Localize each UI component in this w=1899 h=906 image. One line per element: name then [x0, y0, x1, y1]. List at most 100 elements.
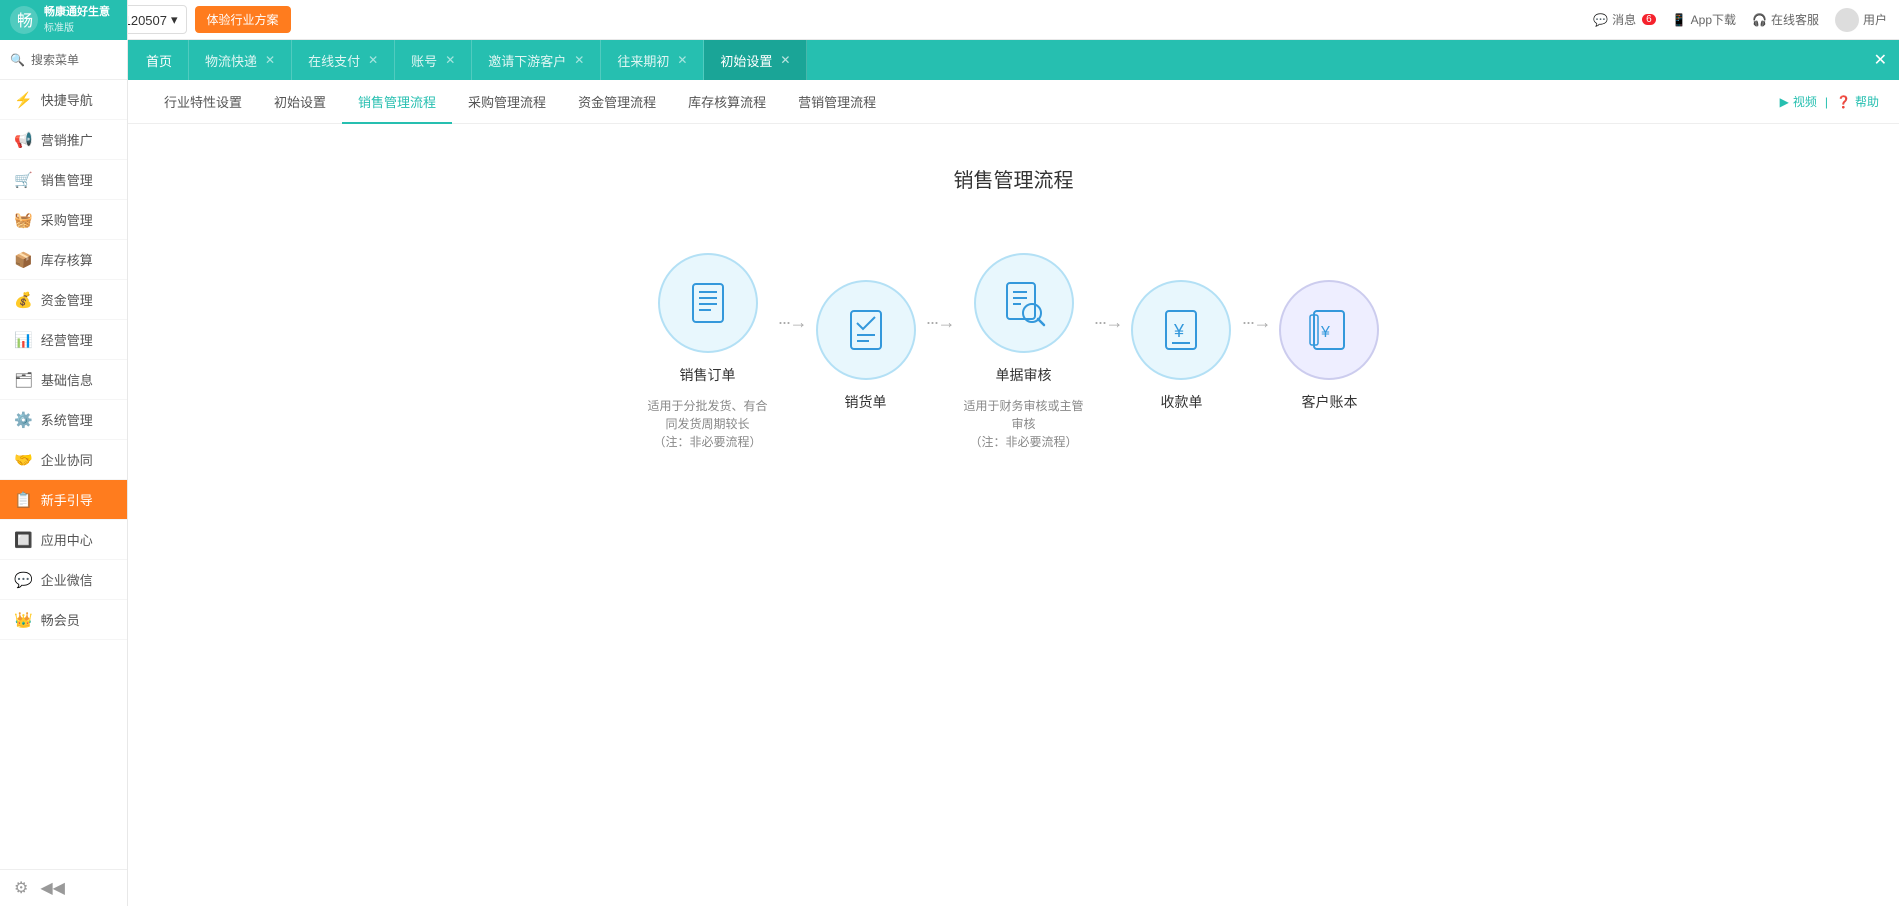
- top-bar-right: 💬 消息 6 📱 App下载 🎧 在线客服 用户: [1593, 8, 1887, 32]
- nav-tab-init[interactable]: 初始设置 ✕: [704, 40, 807, 80]
- delivery-icon: [841, 305, 891, 355]
- nav-tab-account[interactable]: 账号 ✕: [395, 40, 472, 80]
- finance-icon: 💰: [14, 291, 33, 309]
- online-service-label: 在线客服: [1771, 11, 1819, 28]
- message-badge: 6: [1642, 14, 1656, 25]
- flow-steps: 销售订单 适用于分批发货、有合同发货周期较长（注：非必要流程） ···→ 销货单: [188, 253, 1839, 451]
- close-icon[interactable]: ✕: [368, 53, 378, 67]
- chevron-down-icon: ▾: [171, 12, 178, 28]
- sidebar-logo: 畅 畅康通好生意 标准版: [0, 0, 127, 40]
- sidebar-item-vip[interactable]: 👑 畅会员: [0, 600, 127, 640]
- sidebar-item-label: 企业协同: [41, 450, 93, 469]
- svg-text:¥: ¥: [1320, 324, 1330, 341]
- nav-tab-payment[interactable]: 在线支付 ✕: [292, 40, 395, 80]
- video-help[interactable]: ▶ 视频: [1780, 93, 1817, 110]
- step-name-receipt: 收款单: [1160, 392, 1202, 412]
- app-download-item[interactable]: 📱 App下载: [1672, 11, 1736, 28]
- sub-tab-sales-flow[interactable]: 销售管理流程: [342, 80, 452, 124]
- settings-icon[interactable]: ⚙: [14, 878, 28, 898]
- app-download-label: App下载: [1691, 11, 1736, 28]
- close-icon[interactable]: ✕: [574, 53, 584, 67]
- sub-tab-finance-flow[interactable]: 资金管理流程: [562, 80, 672, 124]
- purchase-icon: 🧺: [14, 211, 33, 229]
- sidebar-item-system[interactable]: ⚙️ 系统管理: [0, 400, 127, 440]
- sidebar-item-quick-nav[interactable]: ⚡ 快捷导航: [0, 80, 127, 120]
- step-circle-review: [974, 253, 1074, 353]
- help-link[interactable]: ❓ 帮助: [1836, 93, 1879, 110]
- sub-tab-label: 行业特性设置: [164, 92, 242, 111]
- sidebar-item-label: 基础信息: [41, 370, 93, 389]
- appcenter-icon: 🔲: [14, 531, 33, 549]
- nav-tab-label: 往来期初: [617, 51, 669, 70]
- receipt-icon: ¥: [1156, 305, 1206, 355]
- step-name-ledger: 客户账本: [1301, 392, 1357, 412]
- nav-tab-label: 账号: [411, 51, 437, 70]
- review-icon: [999, 278, 1049, 328]
- svg-text:畅: 畅: [17, 12, 33, 30]
- sidebar-item-sales[interactable]: 🛒 销售管理: [0, 160, 127, 200]
- sidebar-item-ops[interactable]: 📊 经营管理: [0, 320, 127, 360]
- inventory-icon: 📦: [14, 251, 33, 269]
- sidebar-item-finance[interactable]: 💰 资金管理: [0, 280, 127, 320]
- vip-icon: 👑: [14, 611, 33, 629]
- sub-tab-industry[interactable]: 行业特性设置: [148, 80, 258, 124]
- flow-arrow-3: ···→: [1094, 312, 1122, 333]
- app-logo-icon: 畅: [10, 6, 38, 34]
- sidebar-item-label: 采购管理: [41, 210, 93, 229]
- app-name: 畅康通好生意: [44, 6, 110, 19]
- flow-step-sales-order[interactable]: 销售订单 适用于分批发货、有合同发货周期较长（注：非必要流程）: [648, 253, 768, 451]
- nav-tab-label: 首页: [146, 51, 172, 70]
- top-bar: 用户690企业1660120507 ▾ 体验行业方案 💬 消息 6 📱 App下…: [0, 0, 1899, 40]
- close-icon[interactable]: ✕: [445, 53, 455, 67]
- sidebar-item-guide[interactable]: 📋 新手引导: [0, 480, 127, 520]
- flow-arrow-2: ···→: [926, 312, 954, 333]
- nav-tab-home[interactable]: 首页: [130, 40, 189, 80]
- sidebar-item-label: 系统管理: [41, 410, 93, 429]
- question-icon: ❓: [1836, 95, 1851, 109]
- step-circle-receipt: ¥: [1131, 280, 1231, 380]
- online-service-item[interactable]: 🎧 在线客服: [1752, 11, 1819, 28]
- step-circle-delivery: [816, 280, 916, 380]
- play-icon: ▶: [1780, 95, 1789, 109]
- nav-tab-invite[interactable]: 邀请下游客户 ✕: [472, 40, 601, 80]
- sidebar-item-inventory[interactable]: 📦 库存核算: [0, 240, 127, 280]
- sub-tab-init[interactable]: 初始设置: [258, 80, 342, 124]
- sidebar-item-label: 快捷导航: [41, 90, 93, 109]
- flow-step-ledger[interactable]: ¥ 客户账本: [1279, 280, 1379, 424]
- close-icon[interactable]: ✕: [265, 53, 275, 67]
- sidebar-item-marketing[interactable]: 📢 营销推广: [0, 120, 127, 160]
- close-icon[interactable]: ✕: [677, 53, 687, 67]
- quick-nav-icon: ⚡: [14, 91, 33, 109]
- search-icon: 🔍: [10, 53, 25, 67]
- flow-arrow-1: ···→: [778, 312, 806, 333]
- sidebar-item-purchase[interactable]: 🧺 采购管理: [0, 200, 127, 240]
- message-item[interactable]: 💬 消息 6: [1593, 11, 1656, 28]
- sidebar-search[interactable]: 🔍 搜索菜单: [0, 40, 127, 80]
- sidebar-item-collab[interactable]: 🤝 企业协同: [0, 440, 127, 480]
- sidebar-item-appcenter[interactable]: 🔲 应用中心: [0, 520, 127, 560]
- flow-step-receipt[interactable]: ¥ 收款单: [1131, 280, 1231, 424]
- main-content: 行业特性设置 初始设置 销售管理流程 采购管理流程 资金管理流程 库存核算流程 …: [128, 80, 1899, 906]
- flow-step-review[interactable]: 单据审核 适用于财务审核或主管审核（注：非必要流程）: [964, 253, 1084, 451]
- video-label: 视频: [1793, 93, 1817, 110]
- avatar: [1835, 8, 1859, 32]
- wechat-icon: 💬: [14, 571, 33, 589]
- trial-btn[interactable]: 体验行业方案: [195, 6, 291, 33]
- sub-tab-marketing-flow[interactable]: 营销管理流程: [782, 80, 892, 124]
- nav-tab-period[interactable]: 往来期初 ✕: [601, 40, 704, 80]
- sidebar-item-basic[interactable]: 🗂 基础信息: [0, 360, 127, 400]
- sub-tab-inventory-flow[interactable]: 库存核算流程: [672, 80, 782, 124]
- nav-tab-logistics[interactable]: 物流快递 ✕: [189, 40, 292, 80]
- nav-bar-close-icon[interactable]: ✕: [1874, 50, 1887, 70]
- close-icon[interactable]: ✕: [780, 53, 790, 67]
- sub-tab-purchase-flow[interactable]: 采购管理流程: [452, 80, 562, 124]
- user-avatar-item[interactable]: 用户: [1835, 8, 1887, 32]
- sidebar-menu: ⚡ 快捷导航 📢 营销推广 🛒 销售管理 🧺 采购管理 📦 库存核算 💰 资金管…: [0, 80, 127, 869]
- nav-tab-label: 邀请下游客户: [488, 51, 566, 70]
- sub-tabs: 行业特性设置 初始设置 销售管理流程 采购管理流程 资金管理流程 库存核算流程 …: [128, 80, 1899, 124]
- step-desc-sales-order: 适用于分批发货、有合同发货周期较长（注：非必要流程）: [648, 397, 768, 451]
- collapse-icon[interactable]: ◀◀: [40, 878, 65, 898]
- sidebar-item-wechat[interactable]: 💬 企业微信: [0, 560, 127, 600]
- flow-step-delivery[interactable]: 销货单: [816, 280, 916, 424]
- sidebar-item-label: 库存核算: [41, 250, 93, 269]
